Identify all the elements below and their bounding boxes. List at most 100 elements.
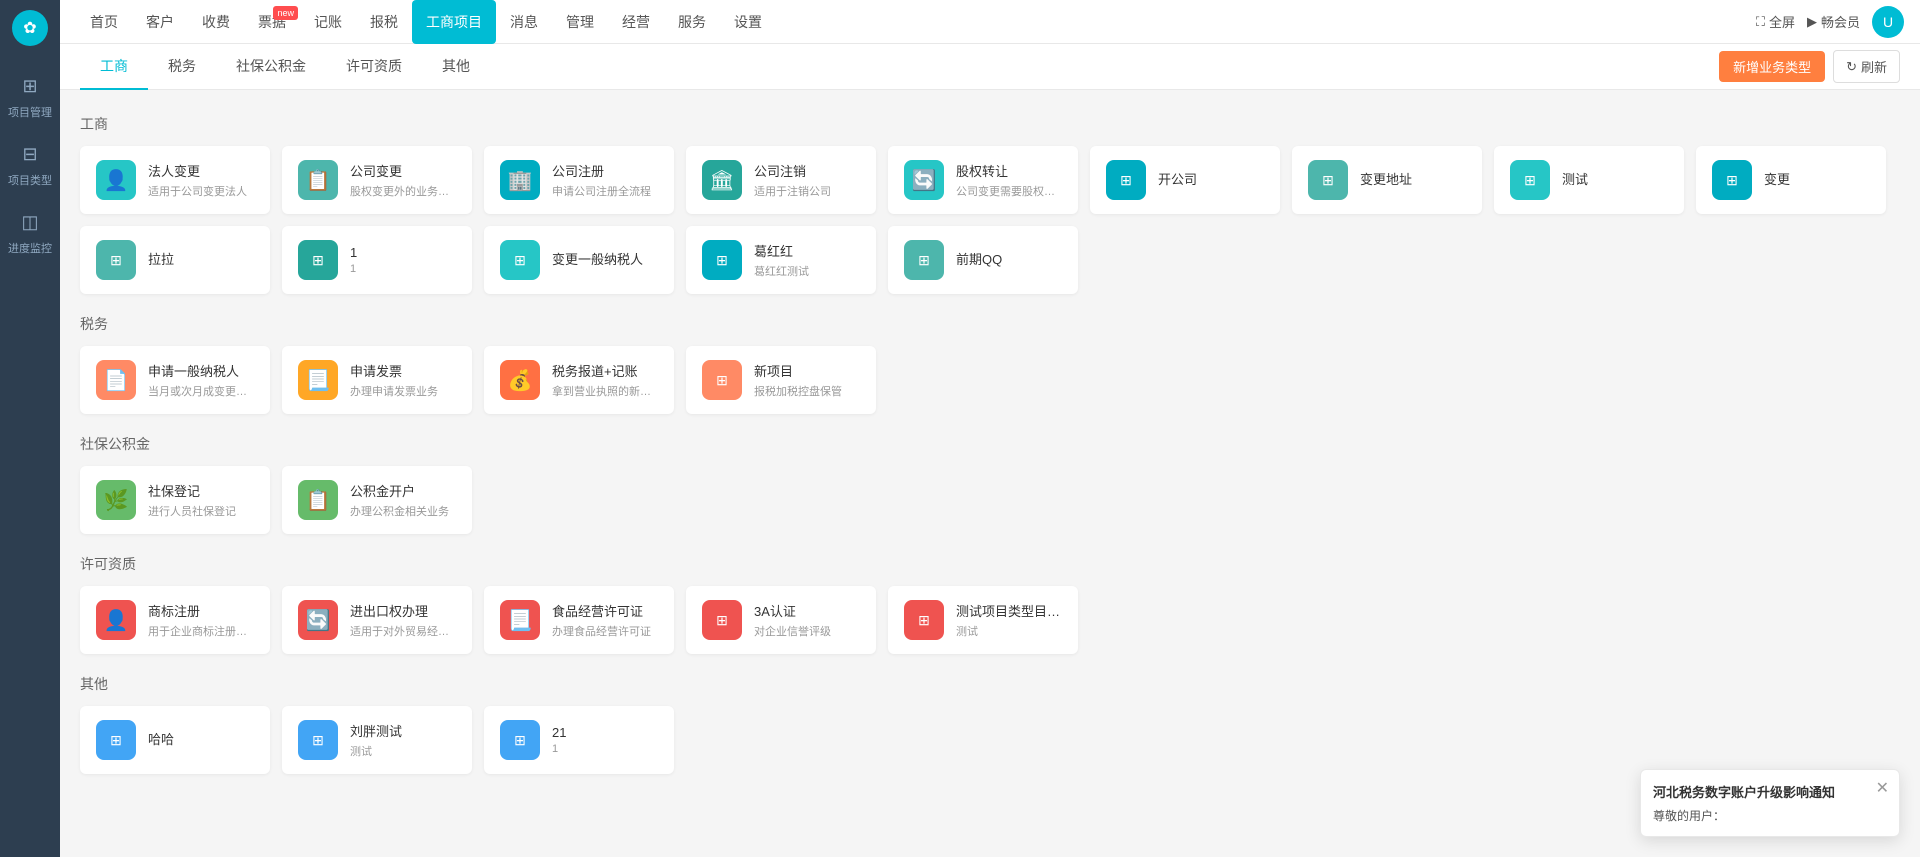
card-equity-transfer[interactable]: 🔄 股权转让 公司变更需要股权转让 [888,146,1078,214]
card-info-trademark: 商标注册 用于企业商标注册服务 [148,601,254,639]
card-import-export[interactable]: 🔄 进出口权办理 适用于对外贸易经营者 [282,586,472,654]
nav-ticket[interactable]: 票据 new [244,0,300,44]
card-title-company-reg: 公司注册 [552,161,658,180]
sidebar-item-progress[interactable]: ◫ 进度监控 [0,198,60,266]
card-info-social-reg: 社保登记 进行人员社保登记 [148,481,254,519]
card-ge-honghong[interactable]: ⊞ 葛红红 葛红红测试 [686,226,876,294]
fullscreen-icon: ⛶ [1756,14,1765,30]
action-area: 新增业务类型 ↻ 刷新 [1719,50,1900,83]
avatar[interactable]: U [1872,6,1904,38]
card-company-reg[interactable]: 🏢 公司注册 申请公司注册全流程 [484,146,674,214]
nav-ops[interactable]: 经营 [608,0,664,44]
sidebar-item-project-mgmt[interactable]: ⊞ 项目管理 [0,62,60,130]
tab-xuke[interactable]: 许可资质 [326,44,422,90]
card-info-liu-pang: 刘胖测试 测试 [350,721,456,759]
card-twenty-one[interactable]: ⊞ 21 1 [484,706,674,774]
cards-grid-gongshang: 👤 法人变更 适用于公司变更法人 📋 公司变更 股权变更外的业务变更 [80,146,1900,294]
card-one[interactable]: ⊞ 1 1 [282,226,472,294]
card-legal-change[interactable]: 👤 法人变更 适用于公司变更法人 [80,146,270,214]
card-food-permit[interactable]: 📃 食品经营许可证 办理食品经营许可证 [484,586,674,654]
card-info-lala: 拉拉 [148,249,254,271]
card-apply-tax[interactable]: 📄 申请一般纳税人 当月或次月成变更完成 [80,346,270,414]
page-content: 工商 👤 法人变更 适用于公司变更法人 📋 公司变更 股权变更外的业务变更 [60,90,1920,857]
cards-grid-xuke: 👤 商标注册 用于企业商标注册服务 🔄 进出口权办理 适用于对外贸易经营者 [80,586,1900,654]
card-change[interactable]: ⊞ 变更 [1696,146,1886,214]
sub-panel: 工商 税务 社保公积金 许可资质 其他 新增业务类型 ↻ 刷新 工商 [60,44,1920,857]
card-apply-invoice[interactable]: 📃 申请发票 办理申请发票业务 [282,346,472,414]
card-lala[interactable]: ⊞ 拉拉 [80,226,270,294]
nav-account[interactable]: 记账 [300,0,356,44]
card-icon-change-tax: ⊞ [500,240,540,280]
card-icon-fund-account: 📋 [298,480,338,520]
tab-shebao[interactable]: 社保公积金 [216,44,326,90]
card-test-type[interactable]: ⊞ 测试项目类型目定义 测试 [888,586,1078,654]
refresh-icon: ↻ [1846,59,1857,75]
add-business-type-button[interactable]: 新增业务类型 [1719,51,1825,82]
card-info-ge-honghong: 葛红红 葛红红测试 [754,241,860,279]
card-icon-change: ⊞ [1712,160,1752,200]
card-company-cancel[interactable]: 🏛 公司注销 适用于注销公司 [686,146,876,214]
card-icon-company-change: 📋 [298,160,338,200]
card-icon-lala: ⊞ [96,240,136,280]
notification-close-button[interactable]: ✕ [1876,778,1889,798]
card-desc-liu-pang: 测试 [350,743,456,759]
card-info-change: 变更 [1764,169,1870,191]
card-company-change[interactable]: 📋 公司变更 股权变更外的业务变更 [282,146,472,214]
card-open-company[interactable]: ⊞ 开公司 [1090,146,1280,214]
fullscreen-btn[interactable]: ⛶ 全屏 [1756,12,1795,31]
card-desc-fund-account: 办理公积金相关业务 [350,503,456,519]
card-icon-haha: ⊞ [96,720,136,760]
card-test[interactable]: ⊞ 测试 [1494,146,1684,214]
card-info-open-company: 开公司 [1158,169,1264,191]
card-info-food-permit: 食品经营许可证 办理食品经营许可证 [552,601,658,639]
badge-new: new [273,6,298,20]
card-desc-import-export: 适用于对外贸易经营者 [350,623,456,639]
card-3a-cert[interactable]: ⊞ 3A认证 对企业信誉评级 [686,586,876,654]
nav-home[interactable]: 首页 [76,0,132,44]
card-trademark[interactable]: 👤 商标注册 用于企业商标注册服务 [80,586,270,654]
card-title-social-reg: 社保登记 [148,481,254,500]
cards-grid-other: ⊞ 哈哈 ⊞ 刘胖测试 测试 ⊞ [80,706,1900,774]
nav-mgmt[interactable]: 管理 [552,0,608,44]
card-icon-trademark: 👤 [96,600,136,640]
card-info-tax-report: 税务报道+记账 拿到营业执照的新公司 [552,361,658,399]
nav-msg[interactable]: 消息 [496,0,552,44]
card-icon-test-type: ⊞ [904,600,944,640]
card-change-tax[interactable]: ⊞ 变更一般纳税人 [484,226,674,294]
card-desc-tax-report: 拿到营业执照的新公司 [552,383,658,399]
nav-client[interactable]: 客户 [132,0,188,44]
card-social-reg[interactable]: 🌿 社保登记 进行人员社保登记 [80,466,270,534]
card-icon-food-permit: 📃 [500,600,540,640]
member-btn[interactable]: ▶ 畅会员 [1807,12,1860,31]
nav-billing[interactable]: 收费 [188,0,244,44]
notification-title: 河北税务数字账户升级影响通知 [1653,782,1887,801]
notification-popup: ✕ 河北税务数字账户升级影响通知 尊敬的用户： [1640,769,1900,837]
card-haha[interactable]: ⊞ 哈哈 [80,706,270,774]
tab-gongshang[interactable]: 工商 [80,44,148,90]
section-title-other: 其他 [80,674,1900,694]
card-early-qq[interactable]: ⊞ 前期QQ [888,226,1078,294]
refresh-button[interactable]: ↻ 刷新 [1833,50,1900,83]
card-tax-report[interactable]: 💰 税务报道+记账 拿到营业执照的新公司 [484,346,674,414]
card-new-project[interactable]: ⊞ 新项目 报税加税控盘保管 [686,346,876,414]
card-info-test: 测试 [1562,169,1668,191]
card-fund-account[interactable]: 📋 公积金开户 办理公积金相关业务 [282,466,472,534]
card-icon-social-reg: 🌿 [96,480,136,520]
card-desc-3a-cert: 对企业信誉评级 [754,623,860,639]
card-title-food-permit: 食品经营许可证 [552,601,658,620]
sub-tabs: 工商 税务 社保公积金 许可资质 其他 新增业务类型 ↻ 刷新 [60,44,1920,90]
top-nav-right: ⛶ 全屏 ▶ 畅会员 U [1756,6,1904,38]
sidebar-item-project-type[interactable]: ⊟ 项目类型 [0,130,60,198]
logo: ✿ [12,10,48,46]
card-title-fund-account: 公积金开户 [350,481,456,500]
card-title-equity-transfer: 股权转让 [956,161,1062,180]
nav-biz[interactable]: 工商项目 [412,0,496,44]
card-liu-pang[interactable]: ⊞ 刘胖测试 测试 [282,706,472,774]
nav-settings[interactable]: 设置 [720,0,776,44]
card-icon-import-export: 🔄 [298,600,338,640]
nav-tax[interactable]: 报税 [356,0,412,44]
nav-service[interactable]: 服务 [664,0,720,44]
tab-other[interactable]: 其他 [422,44,490,90]
card-change-address[interactable]: ⊞ 变更地址 [1292,146,1482,214]
tab-shuiwu[interactable]: 税务 [148,44,216,90]
